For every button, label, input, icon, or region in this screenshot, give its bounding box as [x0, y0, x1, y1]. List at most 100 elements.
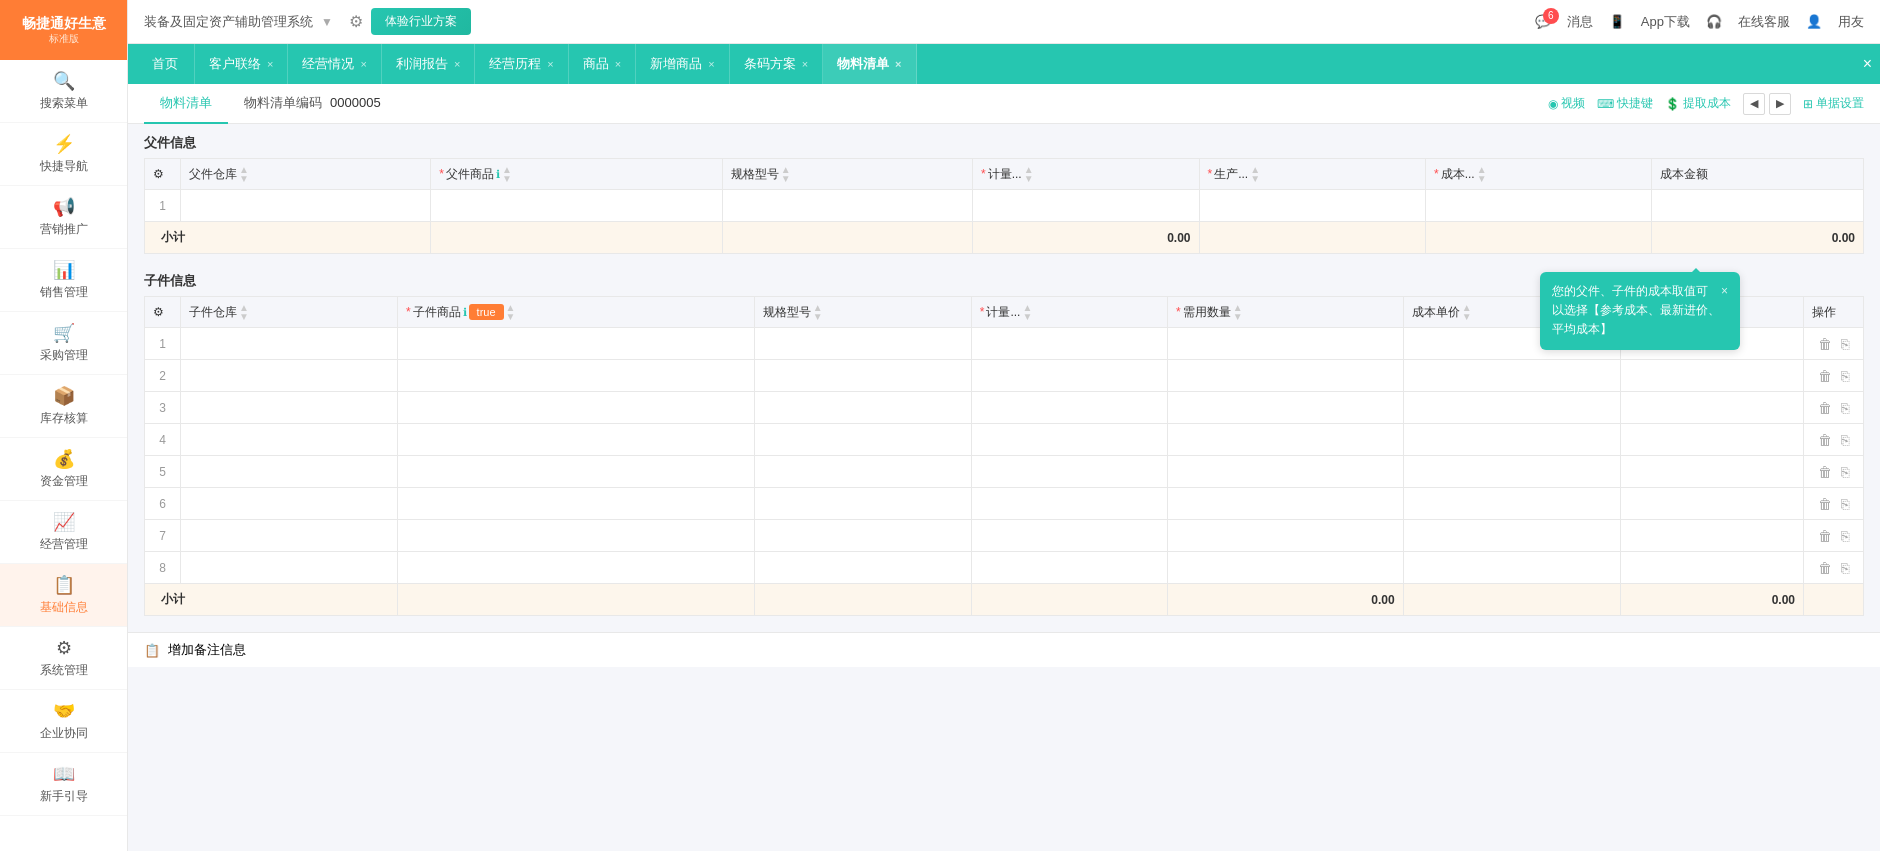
child-unit-cell[interactable] — [971, 456, 1167, 488]
nav-tab-customer[interactable]: 客户联络× — [195, 44, 288, 84]
child-warehouse-cell[interactable] — [181, 424, 398, 456]
sidebar-item-guide[interactable]: 📖新手引导 — [0, 753, 127, 816]
sidebar-item-nav[interactable]: ⚡快捷导航 — [0, 123, 127, 186]
nav-tab-close-icon[interactable]: × — [895, 58, 901, 70]
delete-row-button[interactable]: 🗑 — [1815, 368, 1835, 384]
child-qty-cell[interactable] — [1168, 520, 1404, 552]
copy-row-button[interactable]: ⎘ — [1838, 528, 1852, 544]
parent-goods-cell[interactable] — [431, 190, 723, 222]
sidebar-item-inventory[interactable]: 📦库存核算 — [0, 375, 127, 438]
nav-tab-close-icon[interactable]: × — [267, 58, 273, 70]
parent-spec-cell[interactable] — [722, 190, 972, 222]
child-qty-cell[interactable] — [1168, 552, 1404, 584]
child-cost-unit-cell[interactable] — [1403, 456, 1620, 488]
note-text[interactable]: 增加备注信息 — [168, 641, 246, 659]
child-goods-cell[interactable] — [397, 456, 754, 488]
nav-tab-close-icon[interactable]: × — [454, 58, 460, 70]
child-unit-cell[interactable] — [971, 328, 1167, 360]
child-goods-cell[interactable] — [397, 552, 754, 584]
copy-row-button[interactable]: ⎘ — [1838, 496, 1852, 512]
child-cost-amount-cell[interactable] — [1620, 456, 1803, 488]
settings-action[interactable]: ⊞ 单据设置 — [1803, 95, 1864, 112]
sidebar-item-sales[interactable]: 📊销售管理 — [0, 249, 127, 312]
child-unit-cell[interactable] — [971, 424, 1167, 456]
delete-row-button[interactable]: 🗑 — [1815, 560, 1835, 576]
nav-tab-close-icon[interactable]: × — [802, 58, 808, 70]
child-spec-cell[interactable] — [754, 520, 971, 552]
child-goods-cell[interactable] — [397, 392, 754, 424]
nav-tab-operations[interactable]: 经营情况× — [288, 44, 381, 84]
nav-tab-close-icon[interactable]: × — [360, 58, 366, 70]
child-spec-cell[interactable] — [754, 392, 971, 424]
delete-row-button[interactable]: 🗑 — [1815, 400, 1835, 416]
prev-arrow-btn[interactable]: ◀ — [1743, 93, 1765, 115]
copy-row-button[interactable]: ⎘ — [1838, 400, 1852, 416]
delete-row-button[interactable]: 🗑 — [1815, 528, 1835, 544]
message-icon-wrap[interactable]: 💬 6 — [1535, 14, 1551, 29]
sidebar-item-basic[interactable]: 📋基础信息 — [0, 564, 127, 627]
child-spec-cell[interactable] — [754, 488, 971, 520]
child-cost-amount-cell[interactable] — [1620, 424, 1803, 456]
nav-tab-history[interactable]: 经营历程× — [475, 44, 568, 84]
child-qty-cell[interactable] — [1168, 392, 1404, 424]
child-warehouse-cell[interactable] — [181, 456, 398, 488]
parent-cost-amount-cell[interactable] — [1652, 190, 1864, 222]
child-cost-amount-cell[interactable] — [1620, 488, 1803, 520]
service-label[interactable]: 在线客服 — [1738, 13, 1790, 31]
nav-tab-goods[interactable]: 商品× — [569, 44, 636, 84]
child-col-settings[interactable]: ⚙ — [145, 297, 181, 328]
child-unit-cell[interactable] — [971, 360, 1167, 392]
trial-button[interactable]: 体验行业方案 — [371, 8, 471, 35]
child-unit-cell[interactable] — [971, 520, 1167, 552]
nav-tab-close-icon[interactable]: × — [708, 58, 714, 70]
child-spec-cell[interactable] — [754, 424, 971, 456]
child-goods-cell[interactable] — [397, 424, 754, 456]
nav-tab-close-icon[interactable]: × — [615, 58, 621, 70]
copy-row-button[interactable]: ⎘ — [1838, 368, 1852, 384]
child-cost-unit-cell[interactable] — [1403, 520, 1620, 552]
child-cost-amount-cell[interactable] — [1620, 392, 1803, 424]
copy-row-button[interactable]: ⎘ — [1838, 464, 1852, 480]
child-spec-cell[interactable] — [754, 360, 971, 392]
child-cost-unit-cell[interactable] — [1403, 488, 1620, 520]
child-warehouse-cell[interactable] — [181, 552, 398, 584]
parent-produce-cell[interactable] — [1199, 190, 1425, 222]
tab-bom-list[interactable]: 物料清单 — [144, 84, 228, 124]
child-warehouse-cell[interactable] — [181, 488, 398, 520]
parent-cost-cell[interactable] — [1425, 190, 1651, 222]
shortcut-action[interactable]: ⌨ 快捷键 — [1597, 95, 1653, 112]
delete-row-button[interactable]: 🗑 — [1815, 336, 1835, 352]
child-unit-cell[interactable] — [971, 552, 1167, 584]
sidebar-item-coop[interactable]: 🤝企业协同 — [0, 690, 127, 753]
parent-warehouse-cell[interactable] — [181, 190, 431, 222]
child-cost-amount-cell[interactable] — [1620, 552, 1803, 584]
tab-bom-code[interactable]: 物料清单编码 0000005 — [228, 84, 397, 124]
child-goods-cell[interactable] — [397, 360, 754, 392]
child-goods-cell[interactable] — [397, 520, 754, 552]
child-spec-cell[interactable] — [754, 552, 971, 584]
nav-tab-bom[interactable]: 物料清单× — [823, 44, 916, 84]
nav-tab-profit[interactable]: 利润报告× — [382, 44, 475, 84]
child-warehouse-cell[interactable] — [181, 360, 398, 392]
copy-row-button[interactable]: ⎘ — [1838, 560, 1852, 576]
child-cost-amount-cell[interactable] — [1620, 360, 1803, 392]
delete-row-button[interactable]: 🗑 — [1815, 496, 1835, 512]
child-cost-unit-cell[interactable] — [1403, 552, 1620, 584]
sidebar-item-finance[interactable]: 💰资金管理 — [0, 438, 127, 501]
nav-tab-close-icon[interactable]: × — [547, 58, 553, 70]
app-download-label[interactable]: App下载 — [1641, 13, 1690, 31]
child-qty-cell[interactable] — [1168, 328, 1404, 360]
tooltip-close-btn[interactable]: × — [1721, 282, 1728, 301]
copy-row-button[interactable]: ⎘ — [1838, 432, 1852, 448]
cost-action[interactable]: 💲 提取成本 — [1665, 95, 1731, 112]
child-qty-cell[interactable] — [1168, 488, 1404, 520]
nav-tab-home[interactable]: 首页 — [136, 44, 195, 84]
gear-icon[interactable]: ⚙ — [349, 12, 363, 31]
child-warehouse-cell[interactable] — [181, 328, 398, 360]
child-cost-unit-cell[interactable] — [1403, 392, 1620, 424]
sidebar-item-marketing[interactable]: 📢营销推广 — [0, 186, 127, 249]
child-cost-unit-cell[interactable] — [1403, 360, 1620, 392]
child-goods-cell[interactable] — [397, 328, 754, 360]
child-warehouse-cell[interactable] — [181, 392, 398, 424]
child-spec-cell[interactable] — [754, 456, 971, 488]
